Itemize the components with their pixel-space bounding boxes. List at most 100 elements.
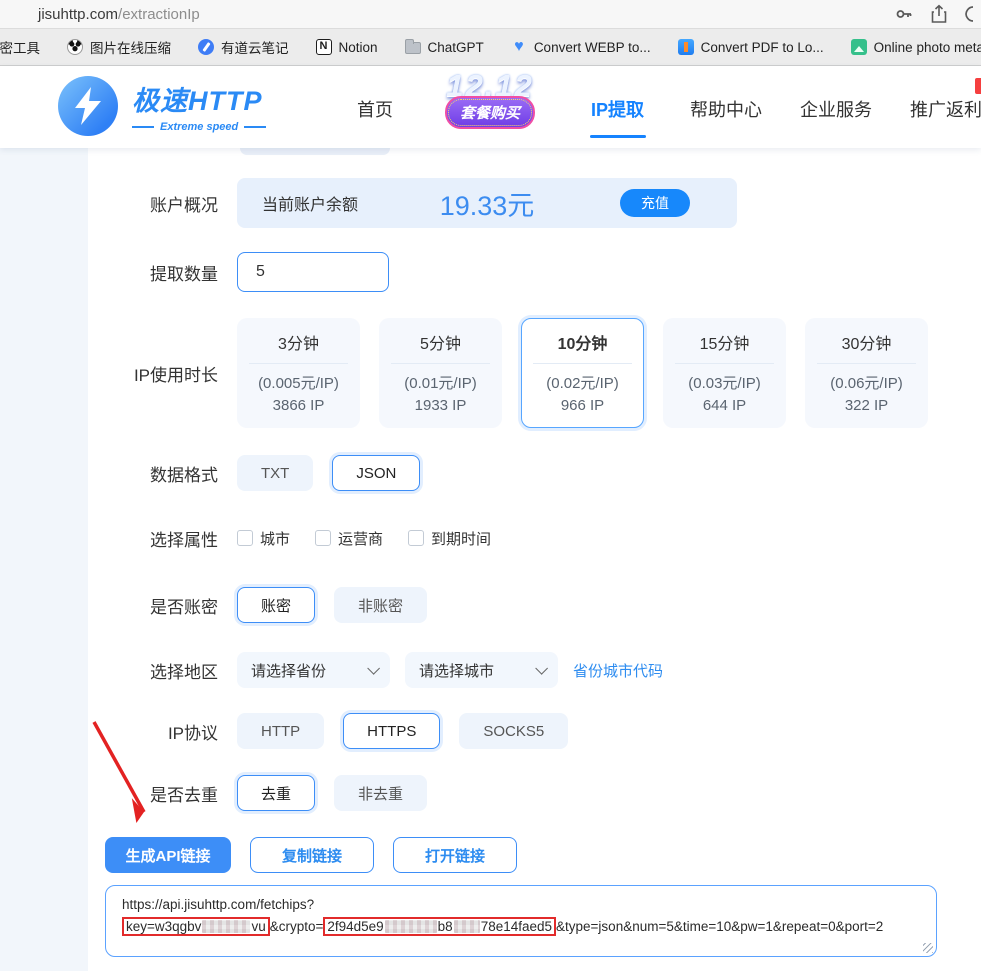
url-path: /extractionIp [118, 6, 200, 23]
bookmark-item[interactable]: N Notion [315, 39, 378, 55]
scrolled-cutoff-element [240, 148, 390, 155]
format-row: 数据格式 TXT JSON [88, 455, 981, 491]
lightning-logo-icon [58, 76, 118, 136]
quantity-label: 提取数量 [150, 264, 218, 284]
bookmark-item[interactable]: Convert PDF to Lo... [677, 39, 824, 55]
region-row: 选择地区 请选择省份 请选择城市 省份城市代码 [88, 652, 981, 688]
protocol-row: IP协议 HTTP HTTPS SOCKS5 [88, 713, 981, 749]
format-label: 数据格式 [150, 465, 218, 485]
duration-option-30min[interactable]: 30分钟 (0.06元/IP) 322 IP [805, 318, 928, 428]
crypto-param-highlight-box: 2f94d5e9 b8 78e14faed5 [323, 916, 557, 936]
extraction-form-card: 账户概况 当前账户余额 19.33元 充值 提取数量 IP使用时长 3分钟 (0… [88, 148, 981, 971]
password-key-icon[interactable] [894, 4, 914, 24]
bookmark-item[interactable]: ♥ Convert WEBP to... [511, 39, 651, 55]
promo-buy-label: 套餐购买 [444, 96, 535, 129]
account-label: 账户概况 [150, 195, 218, 215]
open-link-button[interactable]: 打开链接 [393, 837, 517, 873]
address-bar[interactable]: jisuhttp.com/extractionIp [38, 6, 200, 23]
api-url-line1: https://api.jisuhttp.com/fetchips? [122, 897, 315, 912]
bookmark-label: Online photo meta... [873, 39, 981, 55]
promo-badge-1212[interactable]: 12.12 套餐购买 [430, 68, 550, 129]
dedupe-label: 是否去重 [150, 785, 218, 805]
nav-referral[interactable]: 推广返利 [910, 96, 981, 122]
protocol-option-http[interactable]: HTTP [237, 713, 325, 749]
generate-api-link-button[interactable]: 生成API链接 [105, 837, 231, 873]
bookmark-label: Convert WEBP to... [533, 39, 651, 55]
province-city-code-link[interactable]: 省份城市代码 [573, 660, 663, 681]
bookmark-item[interactable]: 加密工具 [0, 37, 40, 57]
checkbox-icon[interactable] [408, 530, 425, 546]
checkbox-carrier[interactable]: 运营商 [315, 528, 383, 549]
copy-link-button[interactable]: 复制链接 [250, 837, 374, 873]
checkbox-icon[interactable] [315, 530, 332, 546]
nav-home[interactable]: 首页 [357, 96, 393, 122]
duration-row: IP使用时长 3分钟 (0.005元/IP) 3866 IP 5分钟 (0.01… [88, 318, 981, 428]
nav-red-badge [975, 78, 981, 94]
browser-topbar: jisuhttp.com/extractionIp [0, 0, 981, 28]
nav-help-center[interactable]: 帮助中心 [690, 96, 762, 122]
bookmark-item[interactable]: Online photo meta... [850, 39, 981, 55]
masked-key-segment [202, 919, 251, 933]
site-logo[interactable]: 极速HTTP Extreme speed [58, 76, 267, 136]
bookmark-item[interactable]: ChatGPT [404, 39, 484, 55]
protocol-label: IP协议 [167, 723, 218, 743]
bookmarks-bar: 加密工具 图片在线压缩 有道云笔记 N Notion ChatGPT ♥ Con… [0, 28, 981, 66]
city-select[interactable]: 请选择城市 [405, 652, 558, 688]
logo-subtitle: Extreme speed [132, 121, 267, 133]
checkbox-icon[interactable] [237, 530, 253, 546]
quantity-row: 提取数量 [88, 252, 981, 292]
format-option-json-selected[interactable]: JSON [332, 455, 421, 491]
api-url-textarea[interactable]: https://api.jisuhttp.com/fetchips? key=w… [105, 885, 937, 957]
photo-metadata-icon [850, 39, 867, 55]
auth-option-password-selected[interactable]: 账密 [237, 587, 316, 623]
bookmark-label: Notion [338, 39, 378, 55]
protocol-option-https-selected[interactable]: HTTPS [343, 713, 441, 749]
duration-option-10min-selected[interactable]: 10分钟 (0.02元/IP) 966 IP [521, 318, 644, 428]
folder-icon [404, 39, 421, 54]
site-header: 极速HTTP Extreme speed 首页 12.12 套餐购买 IP提取 … [0, 66, 981, 148]
bookmark-label: 图片在线压缩 [90, 41, 171, 56]
toolbar-partial-icon[interactable] [964, 4, 973, 24]
attributes-row: 选择属性 城市 运营商 到期时间 [88, 526, 981, 550]
nav-ip-extract[interactable]: IP提取 [591, 96, 644, 122]
nav-enterprise[interactable]: 企业服务 [800, 96, 872, 122]
bookmark-item[interactable]: 有道云笔记 [198, 37, 289, 57]
attributes-label: 选择属性 [150, 530, 218, 550]
dedupe-option-no[interactable]: 非去重 [334, 775, 428, 811]
duration-option-3min[interactable]: 3分钟 (0.005元/IP) 3866 IP [237, 318, 360, 428]
format-option-txt[interactable]: TXT [237, 455, 314, 491]
api-url-params: key=w3qgbv vu &crypto= 2f94d5e9 b8 78e14faed5… [122, 916, 920, 938]
chevron-down-icon [367, 661, 380, 675]
account-row: 账户概况 当前账户余额 19.33元 充值 [88, 178, 981, 228]
key-param-highlight-box: key=w3qgbv vu [122, 916, 270, 936]
bookmark-label: 有道云笔记 [221, 41, 289, 56]
heart-icon: ♥ [514, 38, 524, 55]
textarea-resize-grip[interactable] [923, 943, 933, 953]
province-select[interactable]: 请选择省份 [237, 652, 390, 688]
dedupe-row: 是否去重 去重 非去重 [88, 775, 981, 811]
duration-option-5min[interactable]: 5分钟 (0.01元/IP) 1933 IP [379, 318, 502, 428]
balance-bar: 当前账户余额 19.33元 充值 [237, 178, 737, 228]
auth-option-no-password[interactable]: 非账密 [334, 587, 428, 623]
checkbox-city[interactable]: 城市 [237, 528, 290, 549]
protocol-option-socks5[interactable]: SOCKS5 [459, 713, 569, 749]
quantity-input[interactable] [237, 252, 389, 292]
bookmark-item[interactable]: 图片在线压缩 [67, 37, 171, 57]
youdao-pencil-icon [198, 39, 214, 55]
share-icon[interactable] [930, 4, 948, 24]
recharge-button[interactable]: 充值 [620, 189, 690, 217]
duration-label: IP使用时长 [133, 365, 218, 385]
panda-icon [67, 39, 83, 55]
pdf-converter-icon [677, 39, 694, 55]
region-label: 选择地区 [150, 662, 218, 682]
auth-label: 是否账密 [150, 597, 218, 617]
logo-title: 极速HTTP [132, 86, 263, 116]
checkbox-expiry[interactable]: 到期时间 [408, 528, 491, 549]
masked-crypto-segment [453, 919, 480, 933]
duration-option-15min[interactable]: 15分钟 (0.03元/IP) 644 IP [663, 318, 786, 428]
masked-crypto-segment [384, 919, 437, 933]
url-host: jisuhttp.com [38, 6, 119, 23]
balance-label: 当前账户余额 [262, 197, 359, 214]
bookmark-label: ChatGPT [427, 39, 484, 55]
dedupe-option-yes-selected[interactable]: 去重 [237, 775, 316, 811]
